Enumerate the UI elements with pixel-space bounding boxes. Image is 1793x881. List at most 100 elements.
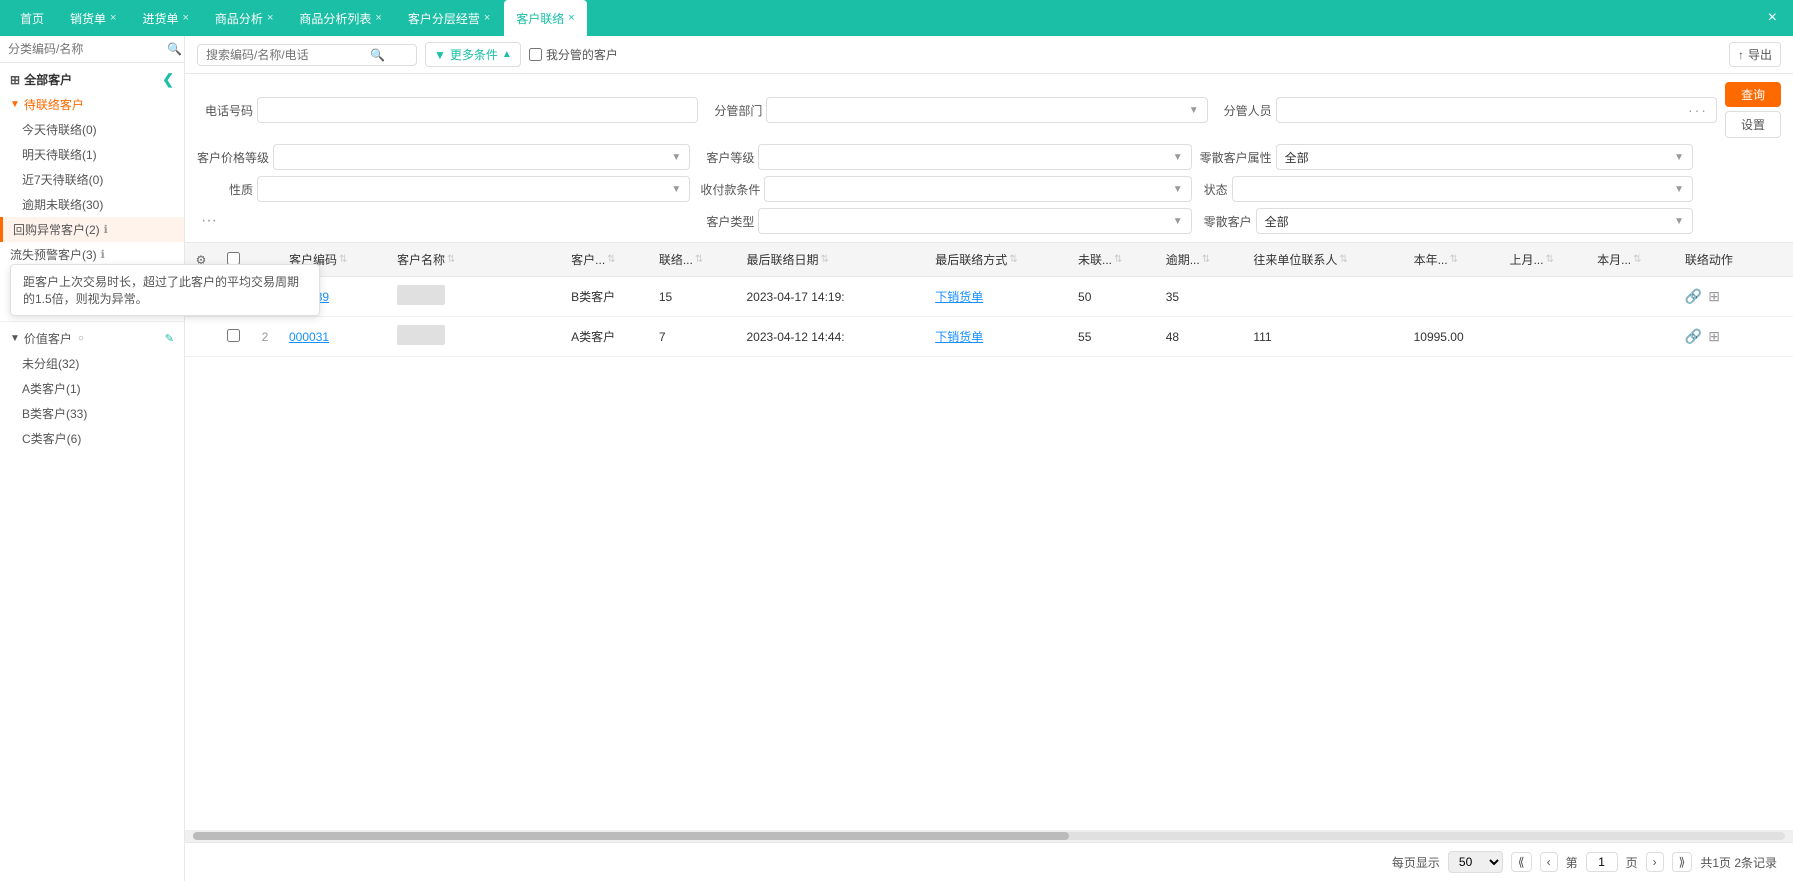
- sidebar-item-classC[interactable]: C类客户(6): [0, 426, 184, 451]
- sidebar-item-classB[interactable]: B类客户(33): [0, 401, 184, 426]
- row-checkbox-2[interactable]: [227, 329, 240, 342]
- sidebar-item-unGrouped[interactable]: 未分组(32): [0, 351, 184, 376]
- last-page-button[interactable]: ⟫: [1672, 852, 1693, 872]
- sidebar-item-7days[interactable]: 近7天待联络(0): [0, 167, 184, 192]
- chevron-down-dept: ▼: [1189, 105, 1199, 116]
- cell-level-1: B类客户: [563, 277, 651, 317]
- col-this-month[interactable]: 本月... ⇅: [1589, 243, 1677, 277]
- phone-input[interactable]: [257, 97, 698, 123]
- filter-search-input[interactable]: [206, 48, 366, 62]
- per-page-select[interactable]: 50 100: [1448, 851, 1503, 873]
- sidebar-item-rebuy-abnormal[interactable]: 回购异常客户(2) ℹ: [0, 217, 184, 242]
- col-pending[interactable]: 未联... ⇅: [1070, 243, 1158, 277]
- col-action: 联络动作: [1677, 243, 1793, 277]
- next-page-button[interactable]: ›: [1646, 852, 1664, 872]
- table-row: 1 000039 B类客户 15: [185, 277, 1793, 317]
- cell-last-contact-way-2[interactable]: 下销货单: [927, 317, 1070, 357]
- nav-item-analysis[interactable]: 商品分析 ×: [203, 0, 285, 36]
- cell-contact-1: 15: [651, 277, 739, 317]
- cell-last-contact-way-1[interactable]: 下销货单: [927, 277, 1070, 317]
- nav-item-customer-contact[interactable]: 客户联络 ×: [504, 0, 586, 36]
- filter-field-status: 状态 ▼: [1200, 176, 1693, 202]
- first-page-button[interactable]: ⟪: [1511, 852, 1532, 872]
- cell-checkbox-2[interactable]: [217, 317, 249, 357]
- select-all-checkbox[interactable]: [227, 252, 240, 265]
- col-name[interactable]: 客户名称 ⇅: [389, 243, 563, 277]
- col-last-month[interactable]: 上月... ⇅: [1501, 243, 1589, 277]
- col-contact[interactable]: 联络... ⇅: [651, 243, 739, 277]
- nav-close-sales[interactable]: ×: [110, 12, 116, 24]
- nav-close-analysis-list[interactable]: ×: [375, 12, 381, 24]
- col-overdue[interactable]: 逾期... ⇅: [1158, 243, 1246, 277]
- more-dots-button[interactable]: ···: [197, 212, 221, 230]
- sidebar-collapse-icon[interactable]: ❮: [162, 71, 174, 88]
- page-number-input[interactable]: [1586, 852, 1618, 872]
- more-conditions-button[interactable]: ▼ 更多条件 ▲: [425, 42, 521, 67]
- status-select[interactable]: ▼: [1232, 176, 1693, 202]
- search-icon-filter[interactable]: 🔍: [370, 48, 385, 62]
- nav-item-home[interactable]: 首页: [8, 0, 56, 36]
- top-nav: 首页 销货单 × 进货单 × 商品分析 × 商品分析列表 × 客户分层经营 × …: [0, 0, 1793, 36]
- action-link-icon-2[interactable]: 🔗: [1685, 328, 1702, 345]
- price-level-select[interactable]: ▼: [273, 144, 690, 170]
- sidebar-item-overdue[interactable]: 逾期未联络(30): [0, 192, 184, 217]
- col-unit-contact[interactable]: 往来单位联系人 ⇅: [1245, 243, 1405, 277]
- nav-close-purchase[interactable]: ×: [182, 12, 188, 24]
- sort-icon-level: ⇅: [607, 254, 615, 265]
- tooltip-box: 距客户上次交易时长，超过了此客户的平均交易周期的1.5倍，则视为异常。: [10, 264, 320, 316]
- my-customers-checkbox[interactable]: 我分管的客户: [529, 46, 618, 63]
- query-button[interactable]: 查询: [1725, 82, 1781, 107]
- chevron-up-icon: ▲: [502, 49, 512, 60]
- sidebar-item-classA[interactable]: A类客户(1): [0, 376, 184, 401]
- nav-close-customer-segment[interactable]: ×: [484, 12, 490, 24]
- nav-item-customer-segment[interactable]: 客户分层经营 ×: [396, 0, 502, 36]
- cust-level-select[interactable]: ▼: [758, 144, 1191, 170]
- action-link-icon-1[interactable]: 🔗: [1685, 288, 1702, 305]
- sort-icon-pending: ⇅: [1114, 254, 1122, 265]
- action-grid-icon-1[interactable]: ⊞: [1708, 288, 1720, 305]
- search-icon[interactable]: 🔍: [167, 42, 182, 56]
- sidebar-item-tomorrow[interactable]: 明天待联络(1): [0, 142, 184, 167]
- nav-item-analysis-list[interactable]: 商品分析列表 ×: [287, 0, 393, 36]
- cell-action-1: 🔗 ⊞: [1677, 277, 1793, 317]
- dept-select[interactable]: ▼: [766, 97, 1207, 123]
- retail-attr-select[interactable]: 全部 ▼: [1276, 144, 1693, 170]
- action-grid-icon-2[interactable]: ⊞: [1708, 328, 1720, 345]
- settings-button[interactable]: 设置: [1725, 111, 1781, 138]
- chevron-down-icon-value: ▼: [10, 333, 20, 344]
- nav-close-analysis[interactable]: ×: [267, 12, 273, 24]
- nav-item-purchase[interactable]: 进货单 ×: [130, 0, 200, 36]
- sort-icon-code: ⇅: [339, 254, 347, 265]
- col-level[interactable]: 客户... ⇅: [563, 243, 651, 277]
- sort-icon-overdue: ⇅: [1202, 254, 1210, 265]
- info-icon-2: ℹ: [101, 248, 105, 261]
- prev-page-button[interactable]: ‹: [1540, 852, 1558, 872]
- nav-close-customer-contact[interactable]: ×: [568, 12, 574, 24]
- content-area: 🔍 ▼ 更多条件 ▲ 我分管的客户 ↑ 导出 电: [185, 36, 1793, 881]
- chevron-down-retail-cust: ▼: [1674, 216, 1684, 227]
- col-last-contact-date[interactable]: 最后联络日期 ⇅: [739, 243, 928, 277]
- manager-select[interactable]: ···: [1276, 97, 1717, 123]
- retail-cust-select[interactable]: 全部 ▼: [1256, 208, 1693, 234]
- export-button[interactable]: ↑ 导出: [1729, 42, 1781, 67]
- chevron-down-payment: ▼: [1173, 184, 1183, 195]
- nav-item-sales[interactable]: 销货单 ×: [58, 0, 128, 36]
- cust-type-select[interactable]: ▼: [758, 208, 1191, 234]
- sidebar-value-customers-header[interactable]: ▼ 价值客户 ○ ✎: [0, 326, 184, 351]
- payment-select[interactable]: ▼: [764, 176, 1191, 202]
- horizontal-scrollbar[interactable]: [185, 830, 1793, 842]
- window-close-button[interactable]: ×: [1760, 9, 1785, 27]
- cell-pending-2: 55: [1070, 317, 1158, 357]
- sidebar-item-today[interactable]: 今天待联络(0): [0, 117, 184, 142]
- my-customers-check[interactable]: [529, 48, 542, 61]
- col-last-contact-way[interactable]: 最后联络方式 ⇅: [927, 243, 1070, 277]
- cell-code-2[interactable]: 000031: [281, 317, 389, 357]
- filter-icon: ▼: [434, 48, 446, 62]
- action-buttons: 查询 设置: [1725, 82, 1781, 138]
- sidebar-search-input[interactable]: [8, 42, 163, 56]
- col-this-year[interactable]: 本年... ⇅: [1406, 243, 1502, 277]
- filter-bar: 🔍 ▼ 更多条件 ▲ 我分管的客户 ↑ 导出: [185, 36, 1793, 74]
- nature-select[interactable]: ▼: [257, 176, 690, 202]
- edit-icon[interactable]: ✎: [165, 332, 174, 345]
- sidebar-pending-group-title[interactable]: ▼ 待联络客户: [0, 92, 184, 117]
